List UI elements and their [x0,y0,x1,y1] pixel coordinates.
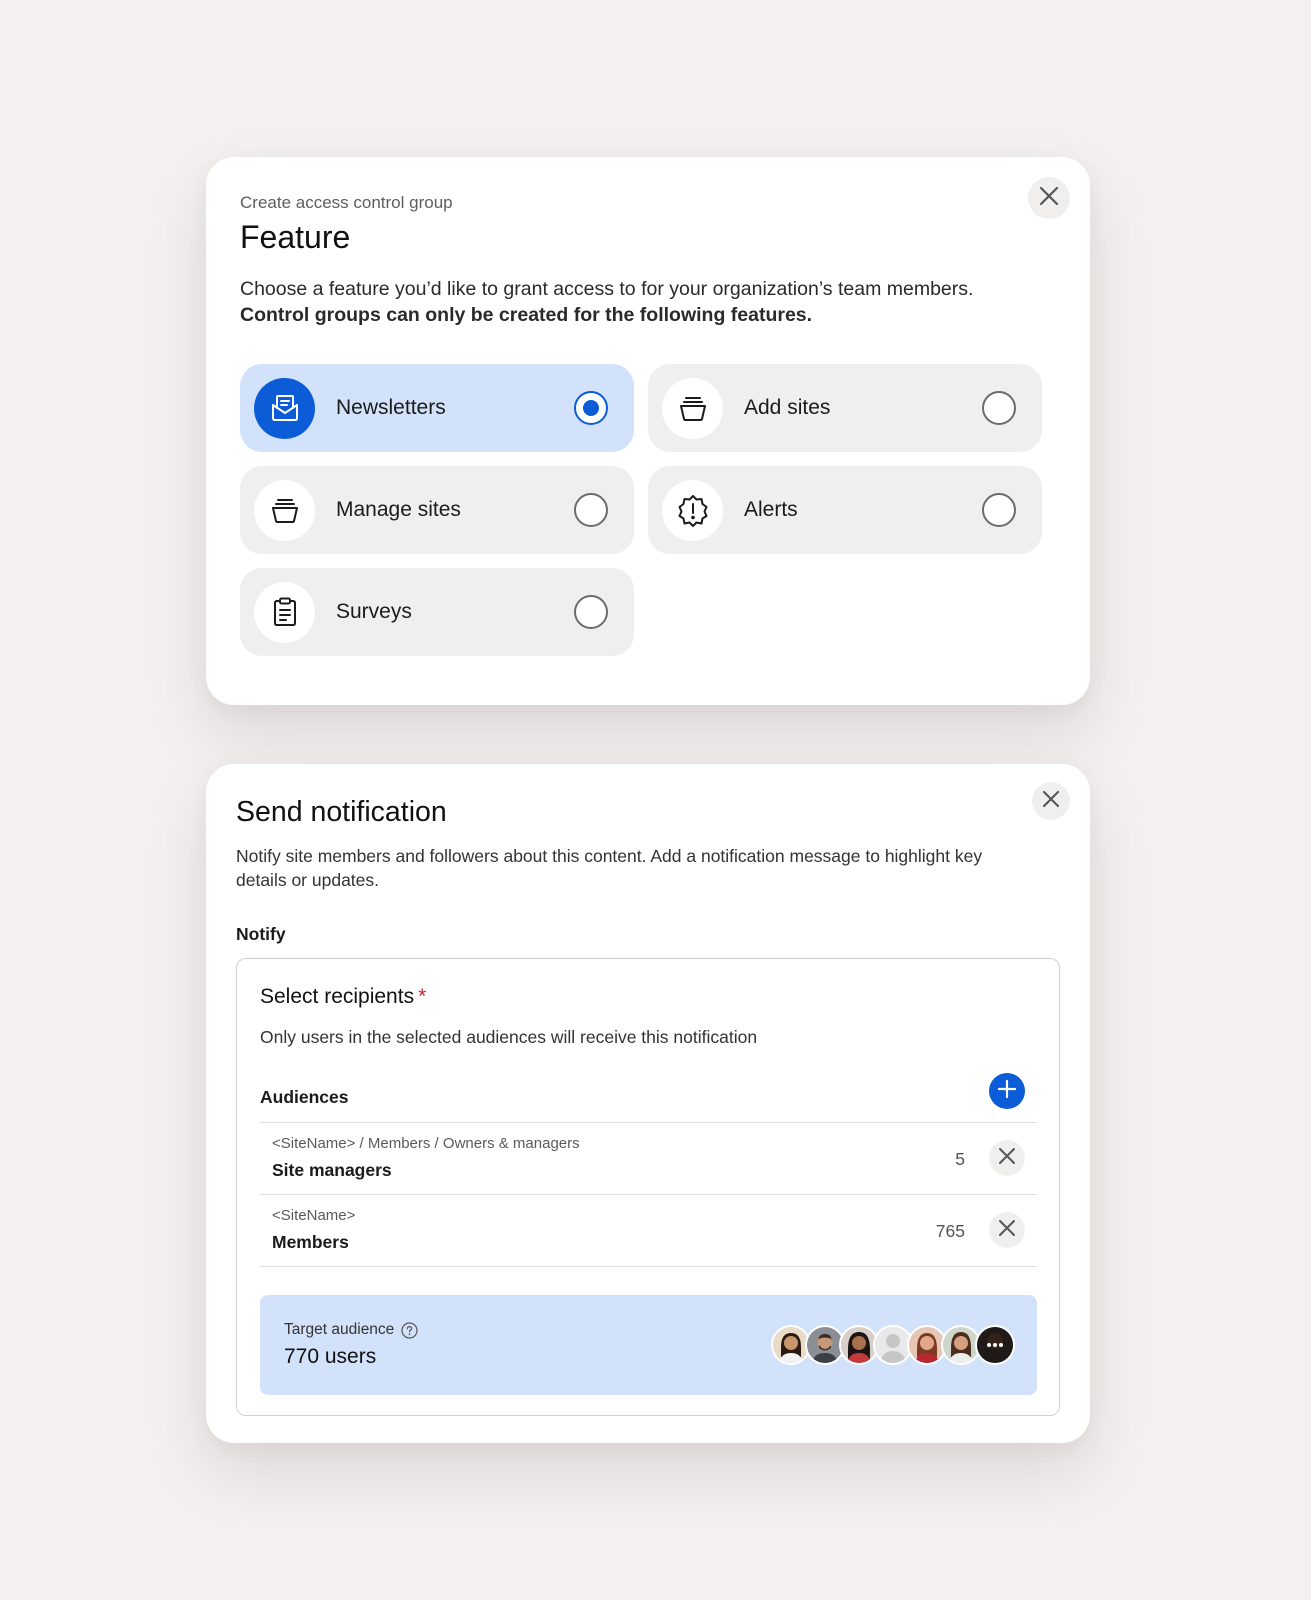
remove-audience-button[interactable] [989,1140,1025,1176]
dialog-eyebrow: Create access control group [240,193,453,212]
send-notification-dialog: Send notification Notify site members an… [206,764,1090,1443]
feature-dialog: Create access control group Feature Choo… [206,157,1090,705]
target-audience-panel: Target audience 770 users [260,1295,1037,1395]
help-icon[interactable] [401,1321,418,1339]
close-icon [1041,789,1061,814]
site-stack-icon [662,377,723,439]
dialog-title: Feature [240,219,351,255]
site-stack-icon [254,479,315,541]
avatar-group[interactable] [771,1325,1015,1365]
option-newsletters[interactable]: Newsletters [240,364,634,452]
audience-list: <SiteName> / Members / Owners & managers… [260,1122,1037,1267]
dialog-description: Choose a feature you’d like to grant acc… [240,276,1040,328]
close-icon [998,1147,1016,1170]
close-button[interactable] [1032,782,1070,820]
close-icon [998,1219,1016,1242]
audience-count: 765 [935,1221,965,1241]
feature-options: Newsletters Add sites Manage sites Alert… [240,364,1042,656]
radio-button[interactable] [982,493,1016,527]
clipboard-icon [254,581,315,643]
radio-button[interactable] [574,595,608,629]
radio-selected-dot [583,400,599,416]
newsletter-icon [254,377,315,439]
audience-name: Members [272,1232,349,1252]
required-mark: * [418,985,427,1008]
target-audience-label: Target audience [284,1321,418,1339]
target-audience-count: 770 users [284,1345,377,1368]
recipients-panel: Select recipients * Only users in the sel… [236,958,1060,1416]
audience-name: Site managers [272,1160,392,1180]
radio-button[interactable] [982,391,1016,425]
option-label: Alerts [744,498,798,521]
description-bold-text: Control groups can only be created for t… [240,304,813,326]
add-audience-button[interactable] [989,1073,1025,1109]
audience-count: 5 [955,1149,965,1169]
description-text: Choose a feature you’d like to grant acc… [240,278,974,300]
audience-row: <SiteName> / Members / Owners & managers… [260,1123,1037,1195]
audiences-label: Audiences [260,1087,349,1107]
recipients-title-text: Select recipients [260,985,415,1008]
option-manage-sites[interactable]: Manage sites [240,466,634,554]
alert-badge-icon [662,479,723,541]
close-button[interactable] [1028,177,1070,219]
notify-label: Notify [236,924,286,944]
audience-row: <SiteName> Members 765 [260,1195,1037,1267]
dialog-description: Notify site members and followers about … [236,846,983,890]
remove-audience-button[interactable] [989,1212,1025,1248]
option-add-sites[interactable]: Add sites [648,364,1042,452]
radio-button[interactable] [574,493,608,527]
recipients-subtitle: Only users in the selected audiences wil… [260,1027,758,1047]
avatar-more [975,1325,1015,1365]
audience-path: <SiteName> / Members / Owners & managers [272,1135,580,1152]
option-label: Newsletters [336,396,446,419]
option-alerts[interactable]: Alerts [648,466,1042,554]
option-label: Add sites [744,396,831,419]
option-label: Manage sites [336,498,461,521]
dialog-title: Send notification [236,796,447,828]
audience-path: <SiteName> [272,1207,356,1224]
radio-button[interactable] [574,391,608,425]
recipients-title: Select recipients * [260,985,426,1009]
option-label: Surveys [336,600,412,623]
plus-icon [997,1079,1017,1104]
close-icon [1038,185,1060,212]
target-audience-label-text: Target audience [284,1321,395,1338]
option-surveys[interactable]: Surveys [240,568,634,656]
